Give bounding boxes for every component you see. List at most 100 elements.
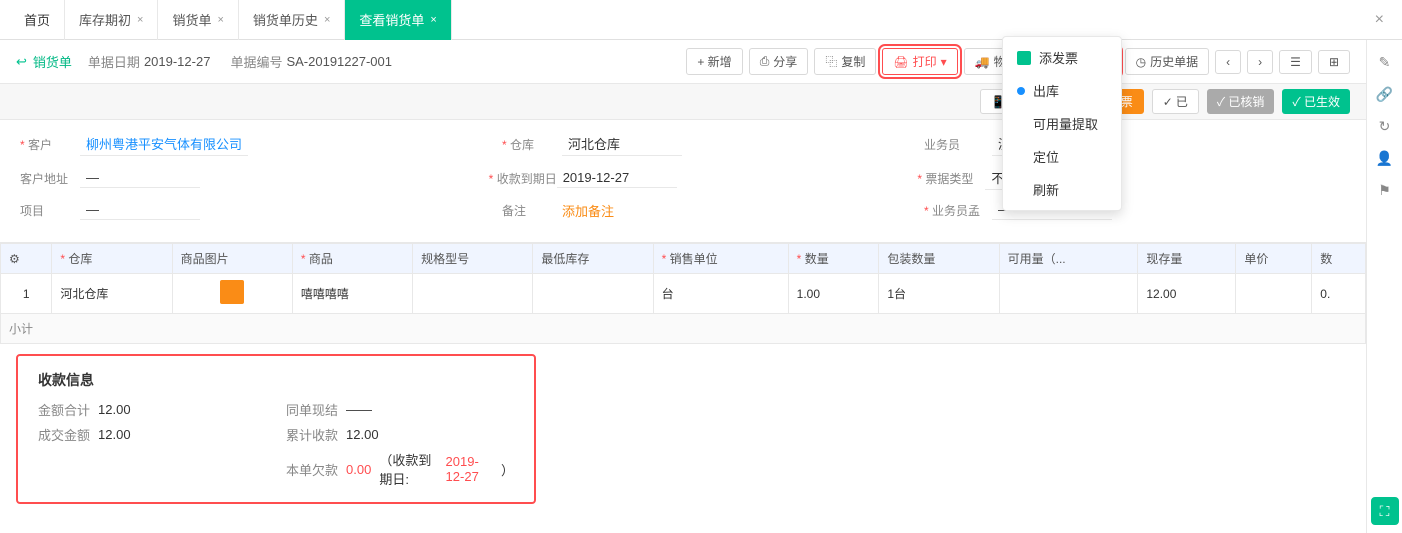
tab-bar: 首页 库存期初 × 销货单 × 销货单历史 × 查看销货单 × × xyxy=(0,0,1402,40)
col-unit: 销售单位 xyxy=(653,244,788,274)
done-check-button[interactable]: ✓ 已 xyxy=(1152,89,1199,114)
tab-view-sales[interactable]: 查看销货单 × xyxy=(345,0,451,40)
address-value: — xyxy=(80,168,200,188)
dropdown-position[interactable]: 定位 xyxy=(1003,140,1121,173)
print-button[interactable]: 🖨 打印 ▾ xyxy=(882,48,957,75)
copy-icon: ⿻ xyxy=(825,53,837,70)
payment-date-value[interactable]: 2019-12-27 xyxy=(557,168,677,188)
effective-button[interactable]: ✓ 已生效 xyxy=(1282,89,1350,114)
tab-view-sales-close[interactable]: × xyxy=(430,14,436,26)
form-row-2: 客户地址 — 收款到期日 2019-12-27 票据类型 不开票 xyxy=(20,166,1346,190)
action-bar2: 📱 来自手机 ● 未开票 ✓ 已 ✓ 已核销 ✓ 已生效 xyxy=(0,84,1366,120)
tab-sales-history-close[interactable]: × xyxy=(324,14,330,26)
outbound-label: 出库 xyxy=(1033,81,1059,100)
tab-sales[interactable]: 销货单 × xyxy=(158,0,238,40)
add-note-button[interactable]: 添加备注 xyxy=(562,201,614,220)
sold-button[interactable]: ✓ 已核销 xyxy=(1207,89,1275,114)
warehouse-label: 仓库 xyxy=(502,136,562,153)
cell-image xyxy=(172,274,292,314)
ticket-label: 票据类型 xyxy=(917,170,977,187)
customer-field: 客户 柳州粤港平安气体有限公司 xyxy=(20,132,442,156)
doc-no-value: SA-20191227-001 xyxy=(286,54,392,69)
address-label: 客户地址 xyxy=(20,170,80,187)
dropdown-outbound[interactable]: 出库 xyxy=(1003,74,1121,107)
col-image: 商品图片 xyxy=(172,244,292,274)
customer-value[interactable]: 柳州粤港平安气体有限公司 xyxy=(80,132,248,156)
deal-label: 成交金额 xyxy=(38,425,90,444)
tab-inventory-close[interactable]: × xyxy=(137,14,143,26)
content-area: ↩ 销货单 单据日期 2019-12-27 单据编号 SA-20191227-0… xyxy=(0,40,1366,533)
dropdown-add-invoice[interactable]: 添发票 xyxy=(1003,41,1121,74)
history-button[interactable]: ◷ 历史单据 xyxy=(1125,48,1210,75)
project-value: — xyxy=(80,200,200,220)
sidebar-flag-icon[interactable]: ⚑ xyxy=(1371,176,1399,204)
tab-home[interactable]: 首页 xyxy=(10,0,65,40)
tab-sales-close[interactable]: × xyxy=(217,14,223,26)
cell-num: 1 xyxy=(1,274,52,314)
dropdown-refresh[interactable]: 刷新 xyxy=(1003,173,1121,206)
table-body: 1 河北仓库 嘻嘻嘻嘻 台 1.00 1台 12.00 xyxy=(1,274,1366,344)
dropdown-quantity-pick[interactable]: 可用量提取 xyxy=(1003,107,1121,140)
history-icon: ◷ xyxy=(1136,55,1146,69)
products-table: ⚙ 仓库 商品图片 商品 规格型号 最低库存 销售单位 数量 包装数量 可用量（… xyxy=(0,243,1366,344)
share-button[interactable]: ⎙ 分享 xyxy=(749,48,809,75)
cell-other: 0. xyxy=(1312,274,1366,314)
new-button[interactable]: + 新增 xyxy=(686,48,742,75)
col-stock: 现存量 xyxy=(1138,244,1236,274)
table-row: 1 河北仓库 嘻嘻嘻嘻 台 1.00 1台 12.00 xyxy=(1,274,1366,314)
table-header: ⚙ 仓库 商品图片 商品 规格型号 最低库存 销售单位 数量 包装数量 可用量（… xyxy=(1,244,1366,274)
note-label: 备注 xyxy=(502,202,562,219)
product-image xyxy=(220,280,244,304)
staff-label: 业务员 xyxy=(924,136,984,153)
same-order-row: 同单现结 —— xyxy=(286,400,514,419)
form-row-3: 项目 — 备注 添加备注 业务员孟 — xyxy=(20,200,1346,220)
sidebar-link-icon[interactable]: 🔗 xyxy=(1371,80,1399,108)
main-container: ↩ 销货单 单据日期 2019-12-27 单据编号 SA-20191227-0… xyxy=(0,40,1402,533)
tab-inventory[interactable]: 库存期初 × xyxy=(65,0,158,40)
sidebar-edit-icon[interactable]: ✎ xyxy=(1371,48,1399,76)
doc-title-label: 销货单 xyxy=(33,52,72,71)
total-row: 金额合计 12.00 xyxy=(38,400,266,419)
check-icon: ✓ xyxy=(1163,95,1173,109)
share-icon: ⎙ xyxy=(760,54,770,69)
project-label: 项目 xyxy=(20,202,80,219)
copy-button[interactable]: ⿻ 复制 xyxy=(814,48,876,75)
outbound-icon xyxy=(1017,87,1025,95)
sales-order-icon: ↩ xyxy=(16,54,27,70)
form-area: 客户 柳州粤港平安气体有限公司 仓库 河北仓库 业务员 演示账号 客户地址 — xyxy=(0,120,1366,243)
sidebar-refresh-icon[interactable]: ↻ xyxy=(1371,112,1399,140)
subtotal-label: 小计 xyxy=(1,314,1366,344)
cell-product: 嘻嘻嘻嘻 xyxy=(292,274,412,314)
col-min-stock: 最低库存 xyxy=(533,244,653,274)
address-field: 客户地址 — xyxy=(20,168,449,188)
sidebar-expand-icon[interactable]: ⛶ xyxy=(1371,497,1399,525)
owed-date: 2019-12-27 xyxy=(446,454,493,484)
owed-value: 0.00 xyxy=(346,462,371,477)
cumulative-label: 累计收款 xyxy=(286,425,338,444)
col-qty: 数量 xyxy=(788,244,879,274)
cumulative-row: 累计收款 12.00 xyxy=(286,425,514,444)
warehouse-value[interactable]: 河北仓库 xyxy=(562,132,682,156)
add-invoice-icon xyxy=(1017,51,1031,65)
cell-qty: 1.00 xyxy=(788,274,879,314)
view-list-button[interactable]: ☰ xyxy=(1279,50,1312,74)
payment-section: 收款信息 金额合计 12.00 同单现结 —— 成交金额 12.00 xyxy=(16,354,536,504)
truck-icon: 🚚 xyxy=(975,55,990,69)
right-sidebar: ✎ 🔗 ↻ 👤 ⚑ ⛶ xyxy=(1366,40,1402,533)
nav-next-button[interactable]: › xyxy=(1247,50,1273,74)
col-gear: ⚙ xyxy=(1,244,52,274)
sales-staff2-label: 业务员孟 xyxy=(924,202,984,219)
window-close-button[interactable]: × xyxy=(1367,7,1392,33)
doc-date-label: 单据日期 xyxy=(88,52,140,71)
add-invoice-label: 添发票 xyxy=(1039,48,1078,67)
doc-date-value: 2019-12-27 xyxy=(144,54,211,69)
print-icon: 🖨 xyxy=(893,55,908,69)
project-field: 项目 — xyxy=(20,200,442,220)
doc-header: ↩ 销货单 单据日期 2019-12-27 单据编号 SA-20191227-0… xyxy=(0,40,1366,84)
nav-prev-button[interactable]: ‹ xyxy=(1215,50,1241,74)
tab-sales-history[interactable]: 销货单历史 × xyxy=(239,0,345,40)
view-grid-button[interactable]: ⊞ xyxy=(1318,50,1350,74)
tab-sales-history-label: 销货单历史 xyxy=(253,10,318,29)
owed-row: 本单欠款 0.00 （收款到期日: 2019-12-27 ） xyxy=(286,450,514,488)
sidebar-user-icon[interactable]: 👤 xyxy=(1371,144,1399,172)
